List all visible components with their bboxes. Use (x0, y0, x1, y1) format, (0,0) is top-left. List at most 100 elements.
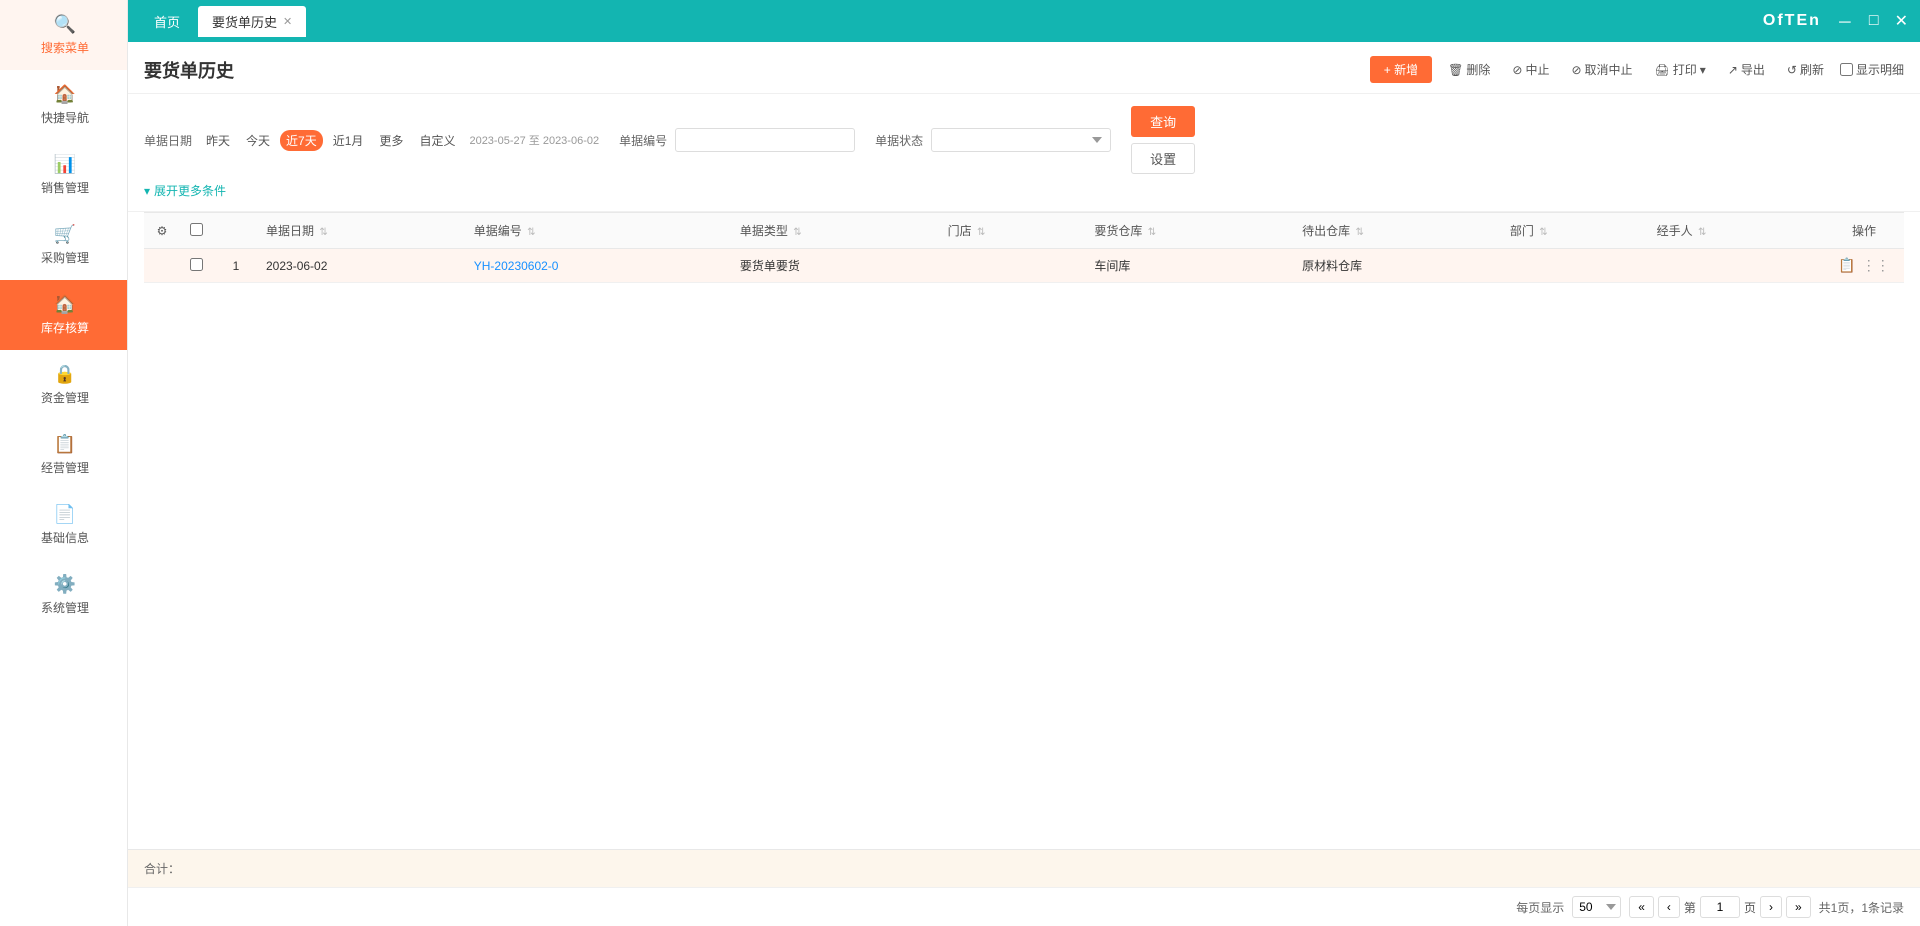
inventory-icon: 🏠 (54, 294, 76, 315)
purchase-icon: 🛒 (54, 224, 76, 245)
sidebar-item-search-menu[interactable]: 🔍 搜索菜单 (0, 0, 127, 70)
new-button[interactable]: + 新增 (1370, 56, 1432, 83)
shortcut-yesterday[interactable]: 昨天 (200, 130, 236, 151)
last-page-button[interactable]: » (1786, 896, 1811, 918)
sidebar-item-finance[interactable]: 🔒 资金管理 (0, 350, 127, 420)
row-checkbox[interactable] (190, 258, 203, 271)
row-req-warehouse-cell: 车间库 (1084, 249, 1292, 283)
delete-button[interactable]: 🗑 删除 (1442, 57, 1496, 82)
top-right-icons: OfTEn － □ ✕ (1763, 9, 1908, 33)
page-nav: « ‹ 第 页 › » (1629, 896, 1810, 918)
export-button[interactable]: ↗ 导出 (1722, 57, 1771, 82)
doc-no-input[interactable] (675, 128, 855, 152)
minimize-icon[interactable]: － (1837, 9, 1853, 33)
page-suffix: 页 (1744, 899, 1756, 916)
col-doc-no[interactable]: 单据编号 ⇅ (464, 213, 730, 249)
row-copy-icon[interactable]: 📋 (1838, 257, 1855, 274)
sidebar-item-operations[interactable]: 📋 经营管理 (0, 420, 127, 490)
row-pending-warehouse-cell: 原材料仓库 (1292, 249, 1500, 283)
sidebar-item-quick-nav[interactable]: 🏠 快捷导航 (0, 70, 127, 140)
shortcut-1month[interactable]: 近1月 (327, 130, 370, 151)
tab-requisition-history[interactable]: 要货单历史 ✕ (198, 6, 306, 37)
close-icon[interactable]: ✕ (1895, 11, 1908, 31)
row-store-cell (938, 249, 1085, 283)
col-num (216, 213, 256, 249)
refresh-button[interactable]: ↺ 刷新 (1781, 57, 1830, 82)
row-checkbox-cell (180, 249, 216, 283)
print-icon: 🖨 (1655, 63, 1670, 77)
row-department-cell (1500, 249, 1647, 283)
doc-status-select[interactable] (931, 128, 1111, 152)
refresh-icon: ↺ (1787, 63, 1797, 77)
content-area: 要货单历史 + 新增 🗑 删除 ⊘ 中止 ⊘ 取消中止 🖨 打印 (128, 42, 1920, 926)
cancel-stop-icon: ⊘ (1571, 63, 1581, 77)
filter-actions: 查询 设置 (1131, 106, 1195, 174)
page-size-select[interactable]: 20 50 100 (1572, 896, 1621, 918)
expand-more-btn[interactable]: ▾ 展开更多条件 (144, 182, 1904, 199)
tab-close-icon[interactable]: ✕ (283, 15, 292, 28)
print-button[interactable]: 🖨 打印 ▾ (1649, 57, 1712, 82)
first-page-button[interactable]: « (1629, 896, 1654, 918)
select-all-checkbox[interactable] (190, 223, 203, 236)
sort-icon-pending-warehouse: ⇅ (1356, 227, 1364, 238)
sidebar-item-system[interactable]: ⚙️ 系统管理 (0, 560, 127, 630)
basic-info-icon: 📄 (54, 504, 76, 525)
col-handler[interactable]: 经手人 ⇅ (1647, 213, 1824, 249)
sort-icon-doc-type: ⇅ (793, 227, 801, 238)
row-doc-date-cell: 2023-06-02 (256, 249, 464, 283)
display-detail-toggle[interactable]: 显示明细 (1840, 61, 1904, 78)
row-more-icon[interactable]: ⋮⋮ (1862, 257, 1890, 274)
col-doc-type[interactable]: 单据类型 ⇅ (730, 213, 938, 249)
filter-row: 单据日期 昨天 今天 近7天 近1月 更多 自定义 2023-05-27 至 2… (144, 106, 1904, 174)
row-num-cell: 1 (216, 249, 256, 283)
col-req-warehouse[interactable]: 要货仓库 ⇅ (1084, 213, 1292, 249)
doc-date-label: 单据日期 (144, 132, 192, 149)
toolbar: + 新增 🗑 删除 ⊘ 中止 ⊘ 取消中止 🖨 打印 ▾ (1370, 56, 1904, 83)
setting-button[interactable]: 设置 (1131, 143, 1195, 174)
sidebar-item-basic-info[interactable]: 📄 基础信息 (0, 490, 127, 560)
col-department[interactable]: 部门 ⇅ (1500, 213, 1647, 249)
filter-area: 单据日期 昨天 今天 近7天 近1月 更多 自定义 2023-05-27 至 2… (128, 94, 1920, 212)
chevron-down-icon: ▾ (144, 184, 150, 198)
row-op-cell: 📋 ⋮⋮ (1824, 249, 1904, 283)
stop-button[interactable]: ⊘ 中止 (1506, 57, 1555, 82)
home-icon: 🏠 (54, 84, 76, 105)
date-filter-group: 单据日期 昨天 今天 近7天 近1月 更多 自定义 2023-05-27 至 2… (144, 130, 599, 151)
shortcut-custom[interactable]: 自定义 (413, 130, 461, 151)
col-store[interactable]: 门店 ⇅ (938, 213, 1085, 249)
doc-status-filter-group: 单据状态 (875, 128, 1111, 152)
prev-page-button[interactable]: ‹ (1658, 896, 1680, 918)
doc-no-label: 单据编号 (619, 132, 667, 149)
shortcut-more[interactable]: 更多 (373, 130, 409, 151)
table-row: 1 2023-06-02 YH-20230602-0 要货单要货 车间库 原材料… (144, 249, 1904, 283)
col-checkbox (180, 213, 216, 249)
page-label: 第 (1684, 899, 1696, 916)
sort-icon-req-warehouse: ⇅ (1148, 227, 1156, 238)
tab-home[interactable]: 首页 (140, 6, 194, 37)
sidebar-item-purchase[interactable]: 🛒 采购管理 (0, 210, 127, 280)
next-page-button[interactable]: › (1760, 896, 1782, 918)
table-header-row: ⚙ 单据日期 ⇅ 单据编号 ⇅ (144, 213, 1904, 249)
sort-icon-doc-no: ⇅ (527, 227, 535, 238)
col-doc-date[interactable]: 单据日期 ⇅ (256, 213, 464, 249)
date-shortcuts: 昨天 今天 近7天 近1月 更多 自定义 (200, 130, 461, 151)
col-settings[interactable]: ⚙ (144, 213, 180, 249)
page-input[interactable] (1700, 896, 1740, 918)
row-doc-type-cell: 要货单要货 (730, 249, 938, 283)
finance-icon: 🔒 (54, 364, 76, 385)
sidebar-item-inventory[interactable]: 🏠 库存核算 (0, 280, 127, 350)
col-pending-warehouse[interactable]: 待出仓库 ⇅ (1292, 213, 1500, 249)
doc-no-link[interactable]: YH-20230602-0 (474, 259, 559, 273)
col-operation: 操作 (1824, 213, 1904, 249)
main-area: 首页 要货单历史 ✕ OfTEn － □ ✕ 要货单历史 + 新增 🗑 删除 (128, 0, 1920, 926)
cancel-stop-button[interactable]: ⊘ 取消中止 (1565, 57, 1638, 82)
shortcut-7days[interactable]: 近7天 (280, 130, 323, 151)
doc-no-filter-group: 单据编号 (619, 128, 855, 152)
brand-text: OfTEn (1763, 12, 1821, 30)
sidebar-item-sales[interactable]: 📊 销售管理 (0, 140, 127, 210)
query-button[interactable]: 查询 (1131, 106, 1195, 137)
doc-status-label: 单据状态 (875, 132, 923, 149)
display-detail-checkbox[interactable] (1840, 63, 1853, 76)
shortcut-today[interactable]: 今天 (240, 130, 276, 151)
maximize-icon[interactable]: □ (1869, 12, 1879, 30)
